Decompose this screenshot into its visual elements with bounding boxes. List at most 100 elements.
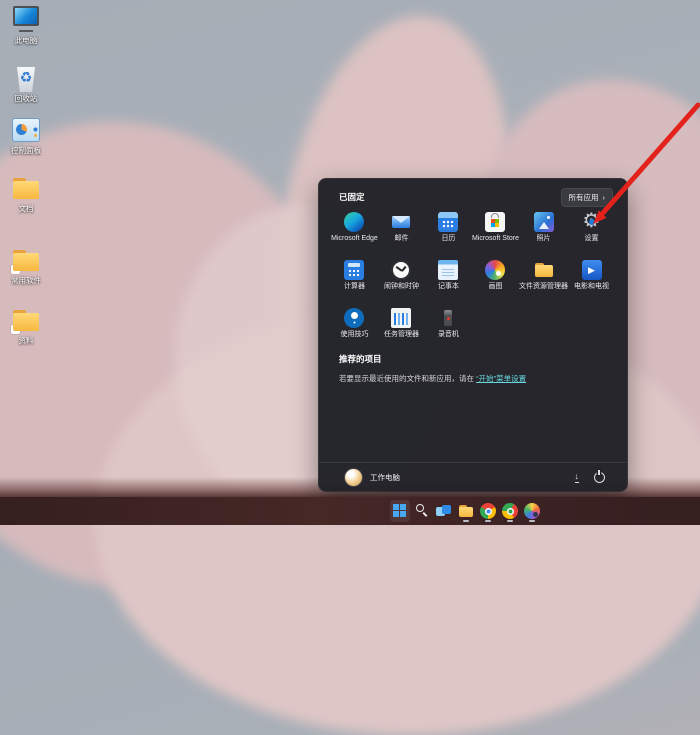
desktop-icon-label: 控制面板 [11, 146, 41, 155]
control-panel-icon [10, 114, 42, 146]
desktop-icon-label: 回收站 [14, 94, 38, 103]
taskbar-button-start[interactable] [390, 500, 410, 522]
download-icon[interactable]: ↓ [574, 471, 579, 483]
desktop-icon-label: 文档 [18, 204, 34, 213]
mail-icon [391, 212, 411, 232]
recommended-text: 若要显示最近使用的文件和新应用，请在 “开始”菜单设置 [339, 373, 617, 384]
taskbar-button-palette[interactable] [522, 500, 542, 522]
folder-icon [534, 260, 554, 280]
app-label: 画图 [488, 283, 503, 290]
power-icon[interactable] [594, 469, 605, 483]
taskbar [0, 497, 700, 525]
shortcut-arrow-icon: ↗ [11, 325, 20, 334]
app-label: 照片 [536, 235, 551, 242]
calendar-icon [438, 212, 459, 232]
paint-icon [485, 260, 506, 280]
app-label: 录音机 [437, 331, 459, 338]
taskbar-button-chrome2[interactable] [500, 500, 520, 522]
running-indicator [529, 520, 535, 522]
taskbar-button-folder[interactable] [456, 500, 476, 522]
app-label: 文件资源管理器 [519, 283, 569, 290]
folder-icon: ↗ [10, 304, 42, 336]
app-label: 电影和电视 [574, 283, 609, 290]
taskbar-button-taskview[interactable] [434, 500, 454, 522]
app-label: 记事本 [437, 283, 459, 290]
recommended-header: 推荐的项目 [339, 354, 382, 364]
recycle-bin-icon [10, 62, 42, 94]
chevron-right-icon: › [602, 193, 606, 202]
this-pc-icon [10, 4, 42, 36]
app-tile-settings[interactable]: 设置 [568, 210, 615, 258]
app-tile-calc[interactable]: 计算器 [331, 258, 378, 306]
pinned-app-grid: Microsoft Edge 邮件 日历 Microsoft Store 照片 设置计算器… [331, 210, 615, 354]
start-menu-settings-link[interactable]: “开始”菜单设置 [476, 374, 526, 383]
user-avatar[interactable] [345, 468, 362, 486]
notepad-icon [438, 260, 459, 280]
app-label: 使用技巧 [340, 331, 369, 338]
folder-icon [10, 172, 42, 204]
app-tile-store[interactable]: Microsoft Store [472, 210, 519, 258]
desktop-icon-label: 常用软件 [11, 276, 41, 285]
pinned-header: 已固定 [339, 192, 365, 202]
search-icon [414, 503, 430, 519]
start-menu: 已固定 所有应用 › Microsoft Edge 邮件 日历 Microsoft S… [318, 178, 628, 492]
app-tile-recorder[interactable]: 录音机 [425, 306, 472, 354]
all-apps-label: 所有应用 [568, 193, 599, 202]
settings-icon [582, 210, 602, 232]
chrome2-icon [502, 503, 518, 519]
app-tile-movies[interactable]: 电影和电视 [568, 258, 615, 306]
app-label: 任务管理器 [383, 331, 419, 338]
edge-icon [344, 212, 365, 232]
app-tile-folder[interactable]: 文件资源管理器 [519, 258, 568, 306]
taskview-icon [436, 503, 452, 519]
desktop-icon-folder[interactable]: ↗ 常用软件 [0, 244, 52, 286]
app-label: 日历 [441, 235, 456, 242]
app-label: 设置 [584, 235, 599, 242]
app-label: Microsoft Store [471, 235, 520, 242]
desktop-icon-recycle-bin[interactable]: 回收站 [0, 62, 52, 104]
tips-icon [344, 308, 365, 328]
app-tile-tips[interactable]: 使用技巧 [331, 306, 378, 354]
user-name[interactable]: 工作电脑 [370, 472, 400, 483]
taskbar-button-search[interactable] [412, 500, 432, 522]
start-icon [392, 503, 408, 519]
desktop-icon-label: 资料 [18, 336, 34, 345]
desktop-icon-this-pc[interactable]: 此电脑 [0, 4, 52, 46]
folder-icon: ↗ [10, 244, 42, 276]
all-apps-button[interactable]: 所有应用 › [560, 188, 613, 207]
app-tile-clock[interactable]: 闹钟和时钟 [378, 258, 425, 306]
recommended-text-static: 若要显示最近使用的文件和新应用，请在 [339, 374, 477, 383]
app-tile-edge[interactable]: Microsoft Edge [331, 210, 378, 258]
taskbar-button-chrome[interactable] [478, 500, 498, 522]
store-icon [485, 212, 506, 232]
desktop-icon-folder[interactable]: 文档 [0, 172, 52, 214]
shortcut-arrow-icon: ↗ [11, 265, 20, 274]
taskbar-icon-list [390, 497, 542, 525]
app-tile-mail[interactable]: 邮件 [378, 210, 425, 258]
app-tile-paint[interactable]: 画图 [472, 258, 519, 306]
app-label: 闹钟和时钟 [383, 283, 419, 290]
running-indicator [485, 520, 491, 522]
app-tile-photos[interactable]: 照片 [519, 210, 568, 258]
running-indicator [507, 520, 513, 522]
photos-icon [533, 212, 554, 232]
desktop-icon-folder[interactable]: ↗ 资料 [0, 304, 52, 346]
app-tile-taskmgr[interactable]: 任务管理器 [378, 306, 425, 354]
app-label: Microsoft Edge [331, 235, 378, 242]
folder-icon [458, 503, 474, 519]
chrome-icon [480, 503, 496, 519]
calc-icon [344, 260, 365, 280]
app-tile-calendar[interactable]: 日历 [425, 210, 472, 258]
palette-icon [524, 503, 540, 519]
clock-icon [391, 260, 412, 280]
desktop-icon-label: 此电脑 [14, 36, 38, 45]
app-label: 计算器 [343, 283, 365, 290]
start-menu-footer: 工作电脑 ↓ [319, 462, 627, 491]
running-indicator [463, 520, 469, 522]
app-label: 邮件 [394, 235, 409, 242]
app-tile-notepad[interactable]: 记事本 [425, 258, 472, 306]
desktop-icon-control-panel[interactable]: 控制面板 [0, 114, 52, 156]
taskmgr-icon [391, 308, 412, 328]
movies-icon [581, 260, 602, 280]
footer-actions: ↓ [574, 469, 605, 483]
